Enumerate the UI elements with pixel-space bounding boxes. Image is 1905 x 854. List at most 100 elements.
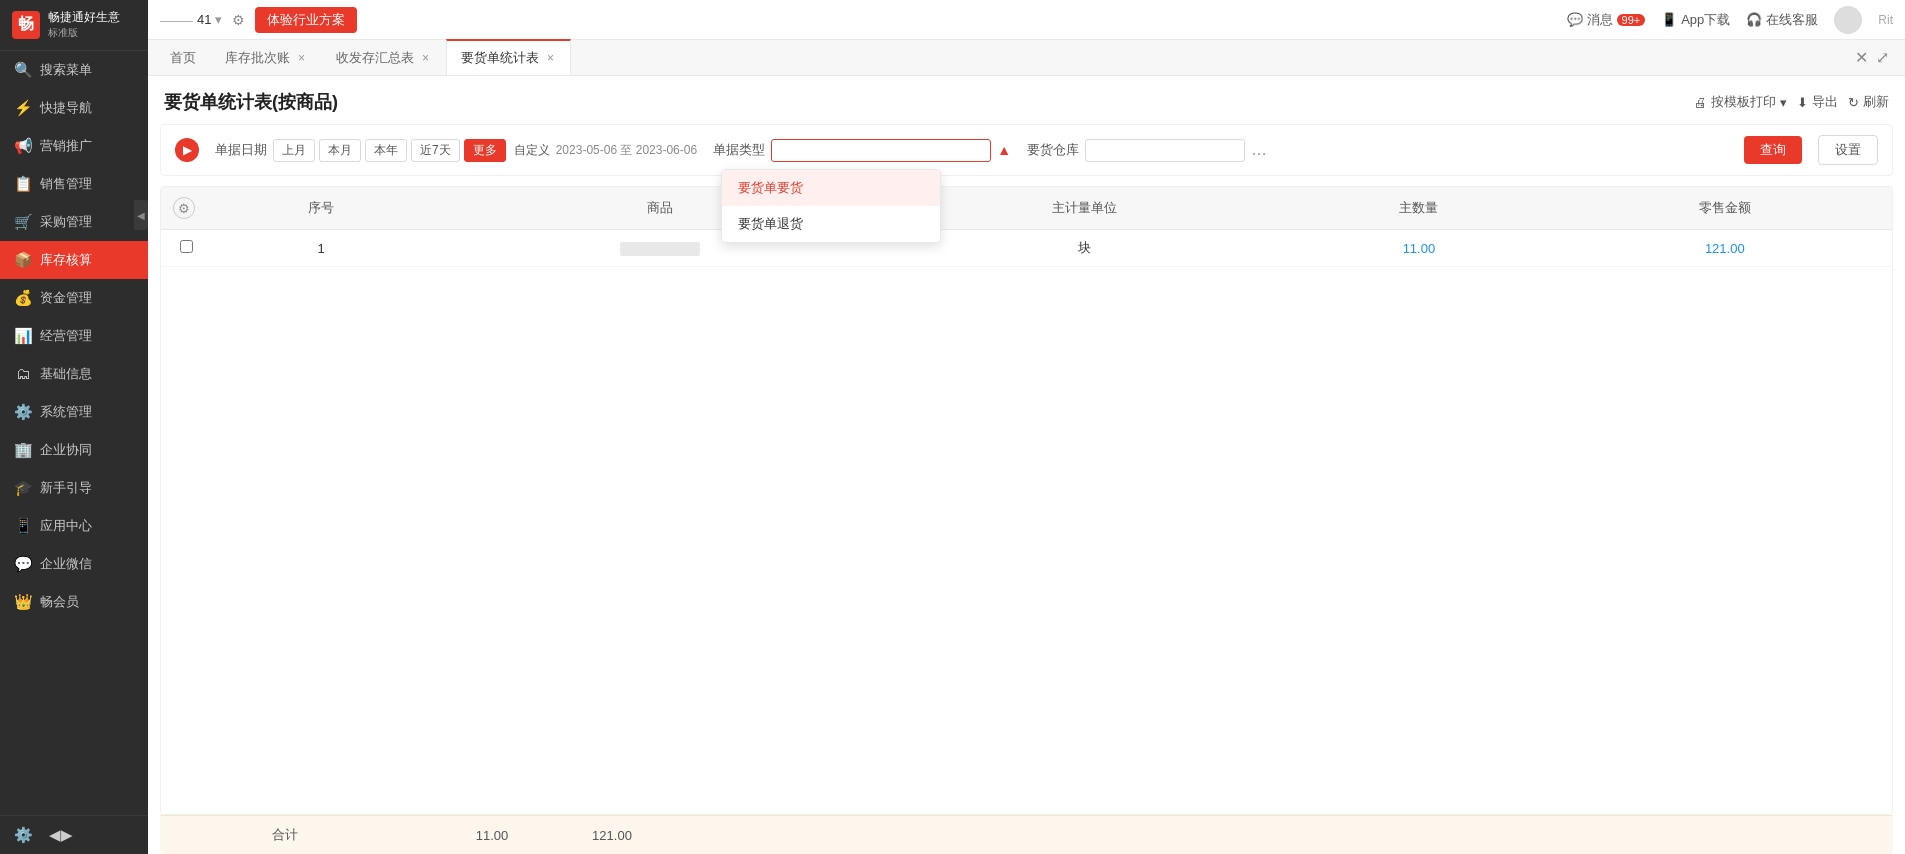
data-table: ⚙ 序号 商品 主计量单位 主数量 零售金额 1 xyxy=(161,187,1892,267)
col-index: 序号 xyxy=(211,187,431,230)
sidebar-collapse-btn[interactable]: ◀ xyxy=(134,200,148,230)
tab-batch-account-label: 库存批次账 xyxy=(225,49,290,67)
print-template-btn[interactable]: 🖨 按模板打印 ▾ xyxy=(1694,93,1787,111)
export-icon: ⬇ xyxy=(1797,95,1808,110)
query-btn[interactable]: 查询 xyxy=(1744,136,1802,164)
settings-icon[interactable]: ⚙️ xyxy=(14,826,33,844)
sidebar-item-purchase[interactable]: 🛒 采购管理 xyxy=(0,203,148,241)
sidebar-item-member[interactable]: 👑 畅会员 xyxy=(0,583,148,621)
export-btn[interactable]: ⬇ 导出 xyxy=(1797,93,1838,111)
date-btn-year[interactable]: 本年 xyxy=(365,139,407,162)
type-filter-label: 单据类型 xyxy=(713,141,765,159)
dropdown-item-order[interactable]: 要货单要货 xyxy=(722,170,940,206)
sidebar-item-inventory[interactable]: 📦 库存核算 xyxy=(0,241,148,279)
warehouse-more-btn[interactable]: … xyxy=(1251,141,1267,159)
tab-restore-icon[interactable]: ⤢ xyxy=(1876,48,1889,67)
row-select-checkbox[interactable] xyxy=(180,240,193,253)
warehouse-filter-input[interactable] xyxy=(1085,139,1245,162)
app-download-btn[interactable]: 📱 App下载 xyxy=(1661,11,1730,29)
marketing-icon: 📢 xyxy=(14,137,32,155)
tab-receive-summary-label: 收发存汇总表 xyxy=(336,49,414,67)
sidebar-item-label: 应用中心 xyxy=(40,517,92,535)
sidebar-item-quick-nav[interactable]: ⚡ 快捷导航 xyxy=(0,89,148,127)
sidebar-item-enterprise[interactable]: 🏢 企业协同 xyxy=(0,431,148,469)
date-btn-current[interactable]: 本月 xyxy=(319,139,361,162)
sidebar-item-label: 营销推广 xyxy=(40,137,92,155)
sidebar-item-label: 畅会员 xyxy=(40,593,79,611)
app-logo: 畅 畅捷通好生意 标准版 xyxy=(0,0,148,51)
logo-icon: 畅 xyxy=(12,11,40,39)
filter-expand-btn[interactable]: ▶ xyxy=(175,138,199,162)
tab-batch-account[interactable]: 库存批次账 × xyxy=(211,40,322,75)
trial-btn[interactable]: 体验行业方案 xyxy=(255,7,357,33)
sidebar-item-marketing[interactable]: 📢 营销推广 xyxy=(0,127,148,165)
table-settings-icon[interactable]: ⚙ xyxy=(173,197,195,219)
sidebar-item-appstore[interactable]: 📱 应用中心 xyxy=(0,507,148,545)
store-selector[interactable]: ――― 41 ▾ xyxy=(160,12,222,27)
topbar: ――― 41 ▾ ⚙ 体验行业方案 💬 消息 99+ 📱 App下载 🎧 在线客… xyxy=(148,0,1905,40)
type-dropdown-menu: 要货单要货 要货单退货 xyxy=(721,169,941,243)
sidebar-item-label: 企业微信 xyxy=(40,555,92,573)
row-quantity[interactable]: 11.00 xyxy=(1280,230,1557,267)
messages-btn[interactable]: 💬 消息 99+ xyxy=(1567,11,1646,29)
finance-icon: 💰 xyxy=(14,289,32,307)
phone-icon: 📱 xyxy=(1661,12,1677,27)
warehouse-filter-group: 要货仓库 … xyxy=(1027,139,1267,162)
search-icon: 🔍 xyxy=(14,61,32,79)
headset-icon: 🎧 xyxy=(1746,12,1762,27)
set-btn[interactable]: 设置 xyxy=(1818,135,1878,165)
operations-icon: 📊 xyxy=(14,327,32,345)
dropdown-item-return[interactable]: 要货单退货 xyxy=(722,206,940,242)
sidebar-item-sales[interactable]: 📋 销售管理 xyxy=(0,165,148,203)
tab-receive-summary-close[interactable]: × xyxy=(420,50,431,66)
sidebar-item-wechat[interactable]: 💬 企业微信 xyxy=(0,545,148,583)
col-settings[interactable]: ⚙ xyxy=(161,187,211,230)
online-service-btn[interactable]: 🎧 在线客服 xyxy=(1746,11,1818,29)
app-download-label: App下载 xyxy=(1681,11,1730,29)
date-filter-label: 单据日期 xyxy=(215,141,267,159)
refresh-btn[interactable]: ↻ 刷新 xyxy=(1848,93,1889,111)
date-btn-recent7[interactable]: 近7天 xyxy=(411,139,460,162)
user-avatar[interactable] xyxy=(1834,6,1862,34)
tab-close-all-icon[interactable]: ✕ xyxy=(1855,48,1868,67)
sidebar-item-label: 新手引导 xyxy=(40,479,92,497)
sidebar-item-label: 经营管理 xyxy=(40,327,92,345)
tab-receive-summary[interactable]: 收发存汇总表 × xyxy=(322,40,446,75)
col-amount: 零售金额 xyxy=(1558,187,1892,230)
topbar-right: 💬 消息 99+ 📱 App下载 🎧 在线客服 Rit xyxy=(1567,6,1893,34)
sidebar-item-guide[interactable]: 🎓 新手引导 xyxy=(0,469,148,507)
sidebar-item-search[interactable]: 🔍 搜索菜单 xyxy=(0,51,148,89)
sidebar-item-operations[interactable]: 📊 经营管理 xyxy=(0,317,148,355)
sales-icon: 📋 xyxy=(14,175,32,193)
data-table-wrapper: ⚙ 序号 商品 主计量单位 主数量 零售金额 1 xyxy=(160,186,1893,815)
warehouse-filter-label: 要货仓库 xyxy=(1027,141,1079,159)
type-filter-input[interactable] xyxy=(771,139,991,162)
sidebar-nav: 🔍 搜索菜单 ⚡ 快捷导航 📢 营销推广 📋 销售管理 🛒 采购管理 📦 库存核… xyxy=(0,51,148,815)
page-content: 要货单统计表(按商品) 🖨 按模板打印 ▾ ⬇ 导出 ↻ 刷新 xyxy=(148,76,1905,854)
sidebar-item-label: 系统管理 xyxy=(40,403,92,421)
sidebar-item-finance[interactable]: 💰 资金管理 xyxy=(0,279,148,317)
date-btn-more[interactable]: 更多 xyxy=(464,139,506,162)
row-unit: 块 xyxy=(889,230,1281,267)
tab-home[interactable]: 首页 xyxy=(156,40,211,75)
row-amount[interactable]: 121.00 xyxy=(1558,230,1892,267)
type-filter-group: 单据类型 ▲ xyxy=(713,139,1011,162)
type-dropdown-arrow[interactable]: ▲ xyxy=(997,142,1011,158)
tab-batch-account-close[interactable]: × xyxy=(296,50,307,66)
chevron-down-icon: ▾ xyxy=(1780,95,1787,110)
message-icon: 💬 xyxy=(1567,12,1583,27)
topbar-left: ――― 41 ▾ ⚙ 体验行业方案 xyxy=(160,7,1557,33)
tab-order-stats[interactable]: 要货单统计表 × xyxy=(446,39,571,75)
sidebar-item-system[interactable]: ⚙️ 系统管理 xyxy=(0,393,148,431)
page-actions: 🖨 按模板打印 ▾ ⬇ 导出 ↻ 刷新 xyxy=(1694,93,1889,111)
topbar-gear-icon[interactable]: ⚙ xyxy=(232,12,245,28)
tab-order-stats-close[interactable]: × xyxy=(545,50,556,66)
member-icon: 👑 xyxy=(14,593,32,611)
tabs-actions: ✕ ⤢ xyxy=(1847,40,1897,75)
sidebar-item-basic[interactable]: 🗂 基础信息 xyxy=(0,355,148,393)
date-btn-up[interactable]: 上月 xyxy=(273,139,315,162)
table-row: 1 块 11.00 121.00 xyxy=(161,230,1892,267)
collapse-icon[interactable]: ◀▶ xyxy=(49,826,73,844)
row-checkbox[interactable] xyxy=(161,230,211,267)
refresh-label: 刷新 xyxy=(1863,93,1889,111)
